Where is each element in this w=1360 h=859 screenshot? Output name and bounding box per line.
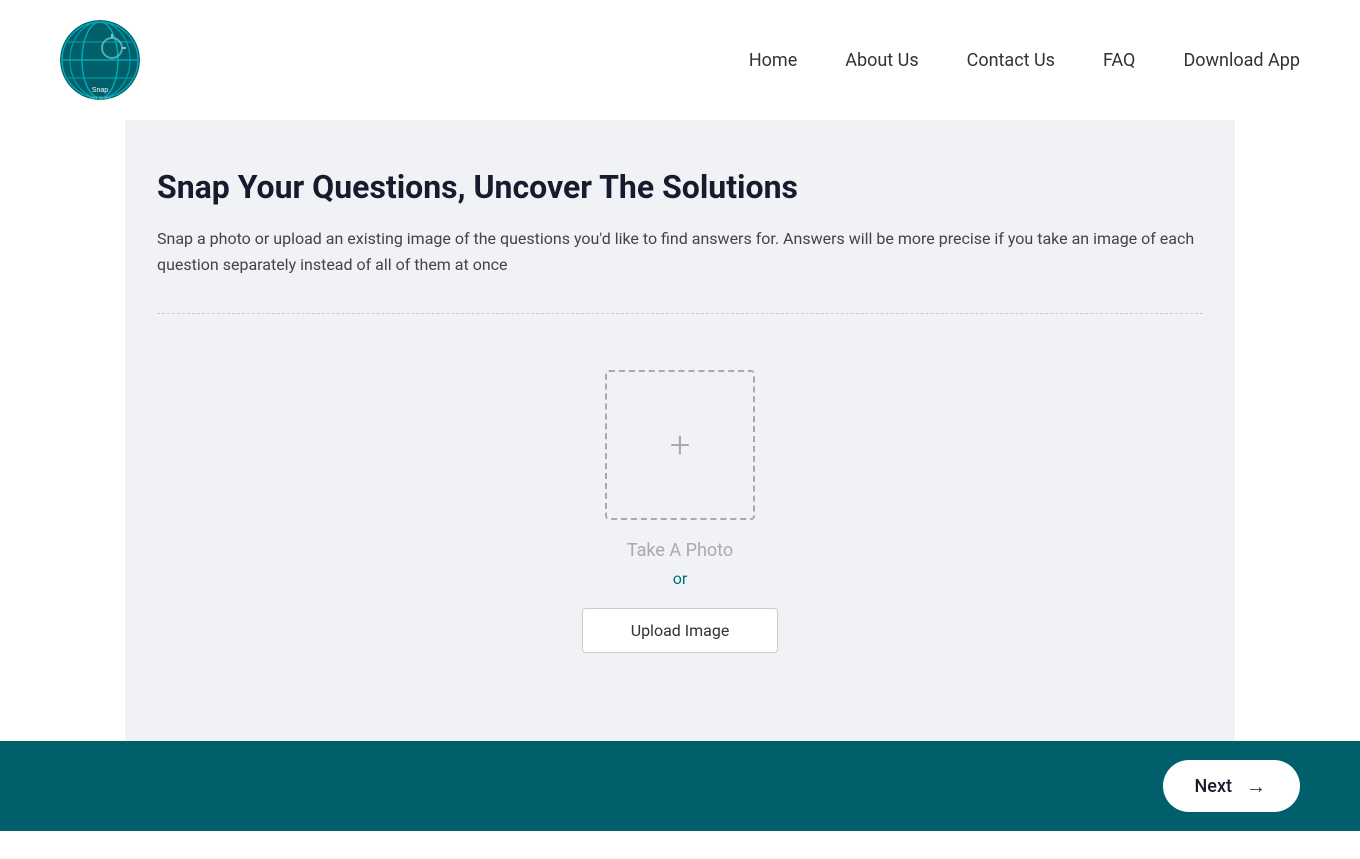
upload-image-button[interactable]: Upload Image (582, 608, 779, 653)
nav-download[interactable]: Download App (1183, 50, 1300, 71)
take-photo-label: Take A Photo (627, 540, 733, 561)
upload-section: + Take A Photo or Upload Image (157, 350, 1203, 693)
or-label: or (673, 569, 688, 588)
plus-icon: + (670, 427, 690, 463)
footer-bar: Next → (0, 741, 1360, 831)
page-subtitle: Snap a photo or upload an existing image… (157, 226, 1203, 277)
main-nav: Home About Us Contact Us FAQ Download Ap… (749, 50, 1300, 71)
logo-area: Snap and Solve (60, 20, 140, 100)
photo-capture-box[interactable]: + (605, 370, 755, 520)
svg-text:and Solve: and Solve (89, 96, 111, 100)
svg-text:Snap: Snap (92, 87, 108, 94)
nav-home[interactable]: Home (749, 50, 797, 71)
header: Snap and Solve Home About Us Contact Us … (0, 0, 1360, 120)
main-content-area: Snap Your Questions, Uncover The Solutio… (125, 120, 1235, 741)
nav-faq[interactable]: FAQ (1103, 50, 1135, 71)
next-button-label: Next (1195, 776, 1232, 797)
section-divider (157, 313, 1203, 314)
next-arrow-icon: → (1244, 774, 1268, 798)
nav-contact[interactable]: Contact Us (967, 50, 1055, 71)
page-title: Snap Your Questions, Uncover The Solutio… (157, 168, 1203, 206)
logo: Snap and Solve (60, 20, 140, 100)
next-button[interactable]: Next → (1163, 760, 1300, 812)
nav-about[interactable]: About Us (845, 50, 918, 71)
